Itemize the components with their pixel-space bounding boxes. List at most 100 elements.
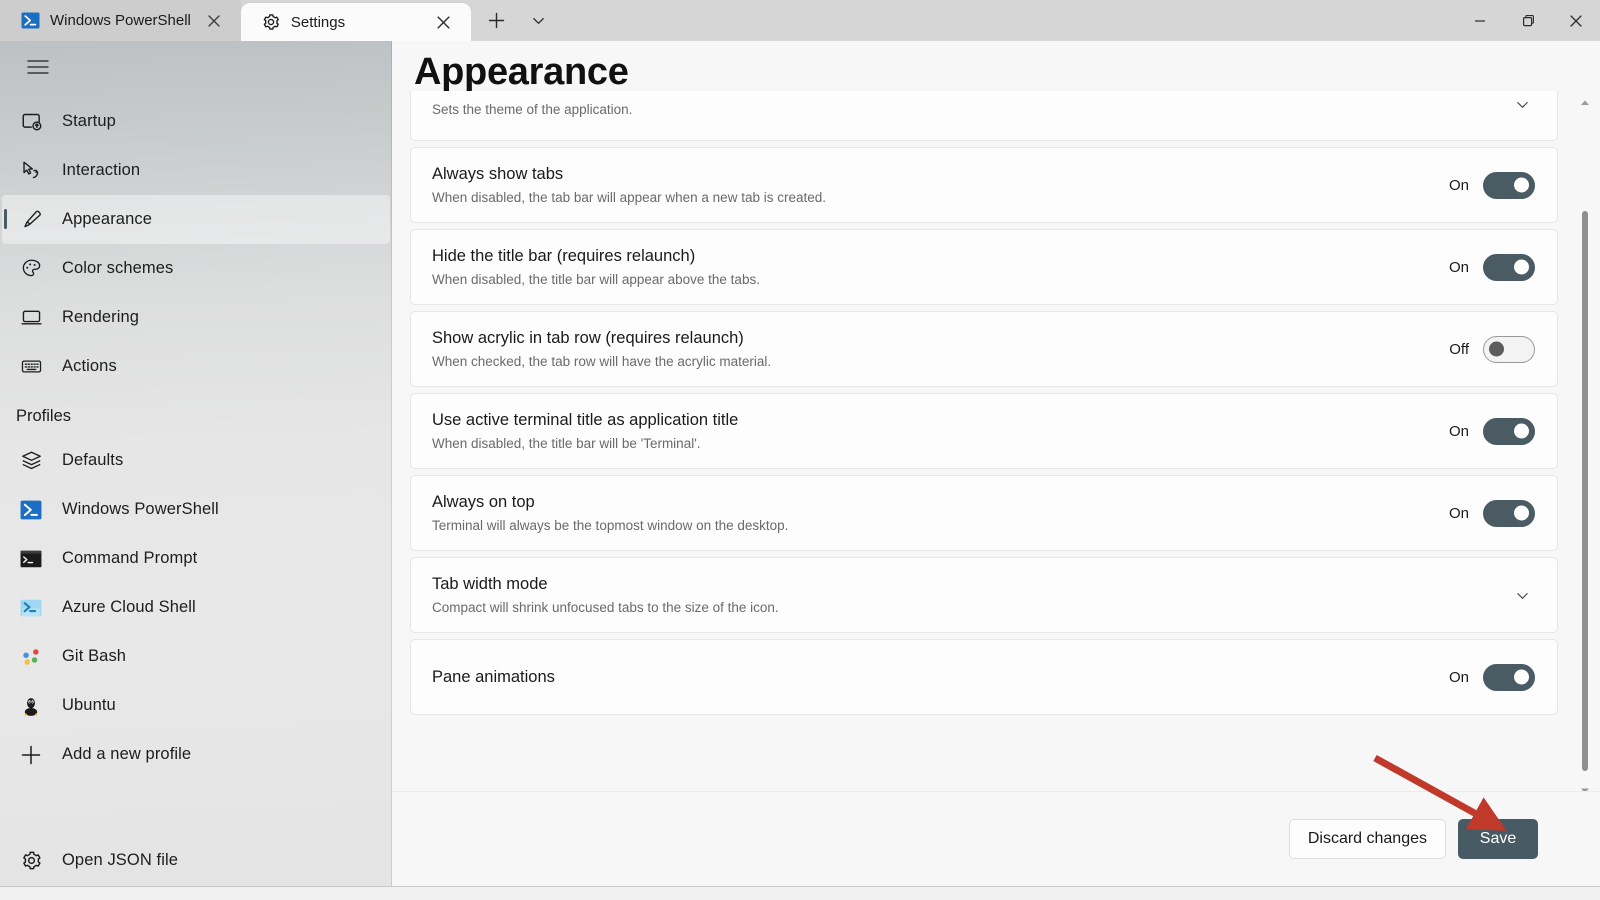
sidebar-footer: Open JSON file (0, 834, 392, 886)
setting-text: Show acrylic in tab row (requires relaun… (432, 327, 1449, 372)
toggle-knob (1489, 341, 1504, 357)
toggle-knob (1514, 259, 1529, 275)
sidebar-profile-windows-powershell[interactable]: Windows PowerShell (2, 485, 390, 534)
paintbrush-icon (18, 207, 44, 233)
sidebar-profile-ubuntu[interactable]: Ubuntu (2, 681, 390, 730)
setting-title: Hide the title bar (requires relaunch) (432, 246, 696, 265)
toggle-switch[interactable] (1483, 499, 1535, 527)
close-button[interactable] (1552, 0, 1600, 41)
sidebar-item-label: Appearance (62, 210, 152, 228)
setting-title: Always on top (432, 492, 535, 511)
minimize-button[interactable] (1456, 0, 1504, 41)
monitor-icon (18, 305, 44, 331)
sidebar-profile-defaults[interactable]: Defaults (2, 436, 390, 485)
setting-row-show-acrylic-tab-row[interactable]: Show acrylic in tab row (requires relaun… (410, 311, 1558, 387)
setting-row-always-on-top[interactable]: Always on top Terminal will always be th… (410, 475, 1558, 551)
close-icon[interactable] (201, 8, 227, 34)
plus-icon (18, 742, 44, 768)
setting-text: Pane animations (432, 666, 1449, 688)
sidebar-item-label: Windows PowerShell (62, 500, 219, 518)
sidebar-open-json-file[interactable]: Open JSON file (2, 834, 390, 886)
gear-icon (261, 12, 281, 32)
setting-text: Always on top Terminal will always be th… (432, 491, 1449, 536)
window-controls (1456, 0, 1600, 41)
setting-description: When disabled, the title bar will appear… (432, 271, 760, 287)
toggle-switch[interactable] (1483, 171, 1535, 199)
sidebar-add-new-profile[interactable]: Add a new profile (2, 730, 390, 779)
startup-icon (18, 109, 44, 135)
sidebar-item-label: Rendering (62, 308, 140, 326)
setting-description: Terminal will always be the topmost wind… (432, 517, 789, 533)
tab-settings[interactable]: Settings (240, 3, 471, 41)
setting-control: On (1449, 499, 1535, 527)
setting-control (1509, 91, 1535, 117)
toggle-state-label: On (1448, 422, 1469, 440)
chevron-down-icon[interactable] (1509, 582, 1535, 608)
vertical-scrollbar[interactable] (1576, 93, 1594, 799)
git-bash-icon (18, 644, 44, 670)
setting-description: When disabled, the tab bar will appear w… (432, 189, 826, 205)
setting-title: Always show tabs (432, 164, 564, 183)
setting-description: Sets the theme of the application. (432, 102, 633, 117)
command-prompt-icon (18, 546, 44, 572)
toggle-switch[interactable] (1483, 335, 1535, 363)
sidebar-item-label: Startup (62, 112, 116, 130)
sidebar-profile-azure-cloud-shell[interactable]: Azure Cloud Shell (2, 583, 390, 632)
toggle-state-label: Off (1449, 340, 1469, 358)
setting-control: On (1448, 253, 1535, 281)
keyboard-icon (18, 354, 44, 380)
sidebar-profile-command-prompt[interactable]: Command Prompt (2, 534, 390, 583)
setting-control: On (1449, 171, 1535, 199)
sidebar-profile-git-bash[interactable]: Git Bash (2, 632, 390, 681)
sidebar-item-label: Command Prompt (62, 549, 198, 567)
sidebar-item-label: Open JSON file (62, 850, 179, 869)
toggle-knob (1514, 177, 1529, 193)
tab-windows-powershell[interactable]: Windows PowerShell (0, 0, 241, 41)
tab-bar-actions (471, 0, 559, 41)
toggle-knob (1514, 423, 1529, 439)
new-tab-button[interactable] (477, 4, 517, 38)
sidebar-item-color-schemes[interactable]: Color schemes (2, 244, 390, 293)
azure-icon (18, 595, 44, 621)
sidebar-item-startup[interactable]: Startup (2, 97, 390, 146)
setting-row-hide-title-bar[interactable]: Hide the title bar (requires relaunch) W… (410, 229, 1558, 305)
setting-description: When checked, the tab row will have the … (432, 353, 772, 369)
settings-action-bar: Discard changes Save (392, 791, 1600, 886)
toggle-state-label: On (1448, 258, 1469, 276)
settings-scroll-region: Sets the theme of the application. Alway… (392, 91, 1600, 791)
toggle-switch[interactable] (1483, 663, 1535, 691)
sidebar-item-appearance[interactable]: Appearance (2, 195, 390, 244)
sidebar-item-label: Git Bash (62, 647, 127, 665)
setting-control: Off (1449, 335, 1535, 363)
setting-row-use-active-terminal-title[interactable]: Use active terminal title as application… (410, 393, 1558, 469)
toggle-switch[interactable] (1483, 253, 1535, 281)
tab-strip: Windows PowerShell Settings (0, 0, 471, 41)
sidebar-item-rendering[interactable]: Rendering (2, 293, 390, 342)
scroll-up-arrow-icon[interactable] (1576, 93, 1594, 111)
sidebar-section-profiles: Profiles (16, 407, 72, 425)
setting-row-pane-animations[interactable]: Pane animations On (410, 639, 1558, 715)
discard-changes-button[interactable]: Discard changes (1288, 819, 1446, 859)
chevron-down-icon[interactable] (1509, 91, 1535, 117)
setting-control (1509, 582, 1535, 608)
window-bottom-edge (0, 886, 1600, 900)
setting-row-theme[interactable]: Sets the theme of the application. (410, 91, 1558, 141)
chevron-down-icon[interactable] (519, 4, 559, 38)
sidebar-nav-list: Startup Interaction Appearance Color sch… (0, 93, 392, 779)
setting-row-always-show-tabs[interactable]: Always show tabs When disabled, the tab … (410, 147, 1558, 223)
maximize-restore-button[interactable] (1504, 0, 1552, 41)
close-icon[interactable] (431, 9, 457, 35)
setting-control: On (1449, 663, 1535, 691)
sidebar-item-label: Interaction (62, 161, 141, 179)
sidebar-item-label: Azure Cloud Shell (62, 598, 196, 616)
sidebar-item-actions[interactable]: Actions (2, 342, 390, 391)
scrollbar-thumb[interactable] (1582, 211, 1588, 771)
sidebar-item-interaction[interactable]: Interaction (2, 146, 390, 195)
sidebar-item-label: Actions (62, 357, 117, 375)
save-button[interactable]: Save (1458, 819, 1538, 859)
setting-description: When disabled, the title bar will be 'Te… (432, 435, 701, 451)
toggle-switch[interactable] (1483, 417, 1535, 445)
setting-row-tab-width-mode[interactable]: Tab width mode Compact will shrink unfoc… (410, 557, 1558, 633)
hamburger-menu-icon[interactable] (16, 48, 60, 86)
setting-title: Use active terminal title as application… (432, 410, 739, 429)
